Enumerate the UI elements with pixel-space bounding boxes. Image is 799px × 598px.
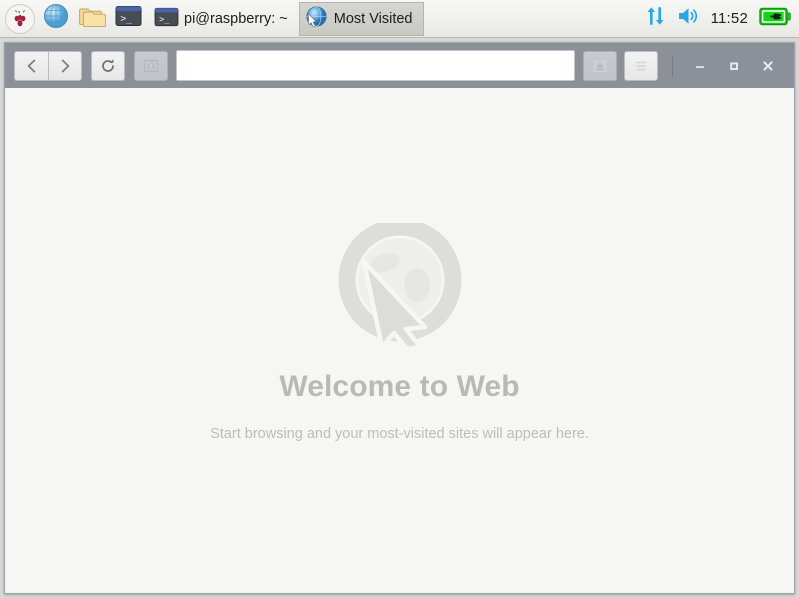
forward-button[interactable] xyxy=(48,50,82,81)
maximize-icon xyxy=(730,61,738,70)
main-menu-button[interactable] xyxy=(624,50,658,81)
close-icon xyxy=(763,60,773,71)
web-browser-icon xyxy=(43,3,69,34)
battery-charging-icon[interactable] xyxy=(759,6,791,32)
back-button[interactable] xyxy=(14,50,48,81)
file-manager-icon xyxy=(78,4,106,33)
clock[interactable]: 11:52 xyxy=(711,10,748,27)
navigation-button-group xyxy=(14,50,82,81)
chevron-left-icon xyxy=(27,59,35,72)
downloads-button[interactable] xyxy=(583,50,617,81)
browser-toolbar xyxy=(5,42,794,88)
taskbar-window-list: >_ pi@raspberry: ~ Most Visited xyxy=(149,0,645,37)
minimize-button[interactable] xyxy=(683,51,717,81)
taskbar-launchers: >_ xyxy=(0,3,143,34)
chevron-right-icon xyxy=(61,59,70,72)
page-content: Welcome to Web Start browsing and your m… xyxy=(5,88,794,592)
reload-button[interactable] xyxy=(91,50,125,81)
browser-window: Welcome to Web Start browsing and your m… xyxy=(4,42,795,594)
web-globe-icon xyxy=(304,5,329,33)
svg-text:>_: >_ xyxy=(120,14,132,25)
taskbar-window-label: Most Visited xyxy=(333,10,413,27)
address-bar-input[interactable] xyxy=(176,50,575,81)
system-tray: 11:52 xyxy=(645,5,799,32)
minimize-icon xyxy=(696,65,704,68)
taskbar-window-most-visited[interactable]: Most Visited xyxy=(298,1,424,36)
terminal-icon: >_ xyxy=(115,4,142,33)
raspberry-menu-button[interactable] xyxy=(5,3,35,34)
toolbar-divider xyxy=(672,54,673,77)
taskbar-window-label: pi@raspberry: ~ xyxy=(184,10,288,27)
taskbar: >_ >_ pi@raspberry: ~ Most Visited 11:52 xyxy=(0,0,799,38)
close-button[interactable] xyxy=(751,51,785,81)
home-page-icon xyxy=(143,59,159,72)
network-updown-icon[interactable] xyxy=(645,5,666,32)
volume-speaker-icon[interactable] xyxy=(677,5,700,32)
downloads-icon xyxy=(593,59,607,72)
reload-icon xyxy=(102,58,114,72)
file-manager-launcher-button[interactable] xyxy=(77,4,107,34)
raspberry-menu-icon xyxy=(5,3,35,34)
home-button[interactable] xyxy=(134,50,168,81)
page-subtitle: Start browsing and your most-visited sit… xyxy=(210,426,589,442)
maximize-button[interactable] xyxy=(717,51,751,81)
taskbar-window-terminal[interactable]: >_ pi@raspberry: ~ xyxy=(149,2,299,36)
web-browser-launcher-button[interactable] xyxy=(41,4,71,34)
page-title: Welcome to Web xyxy=(279,370,520,403)
terminal-launcher-button[interactable]: >_ xyxy=(113,4,143,34)
hamburger-menu-icon xyxy=(636,61,646,70)
web-browser-logo xyxy=(337,218,463,354)
svg-text:>_: >_ xyxy=(159,15,170,25)
terminal-icon: >_ xyxy=(154,6,179,32)
